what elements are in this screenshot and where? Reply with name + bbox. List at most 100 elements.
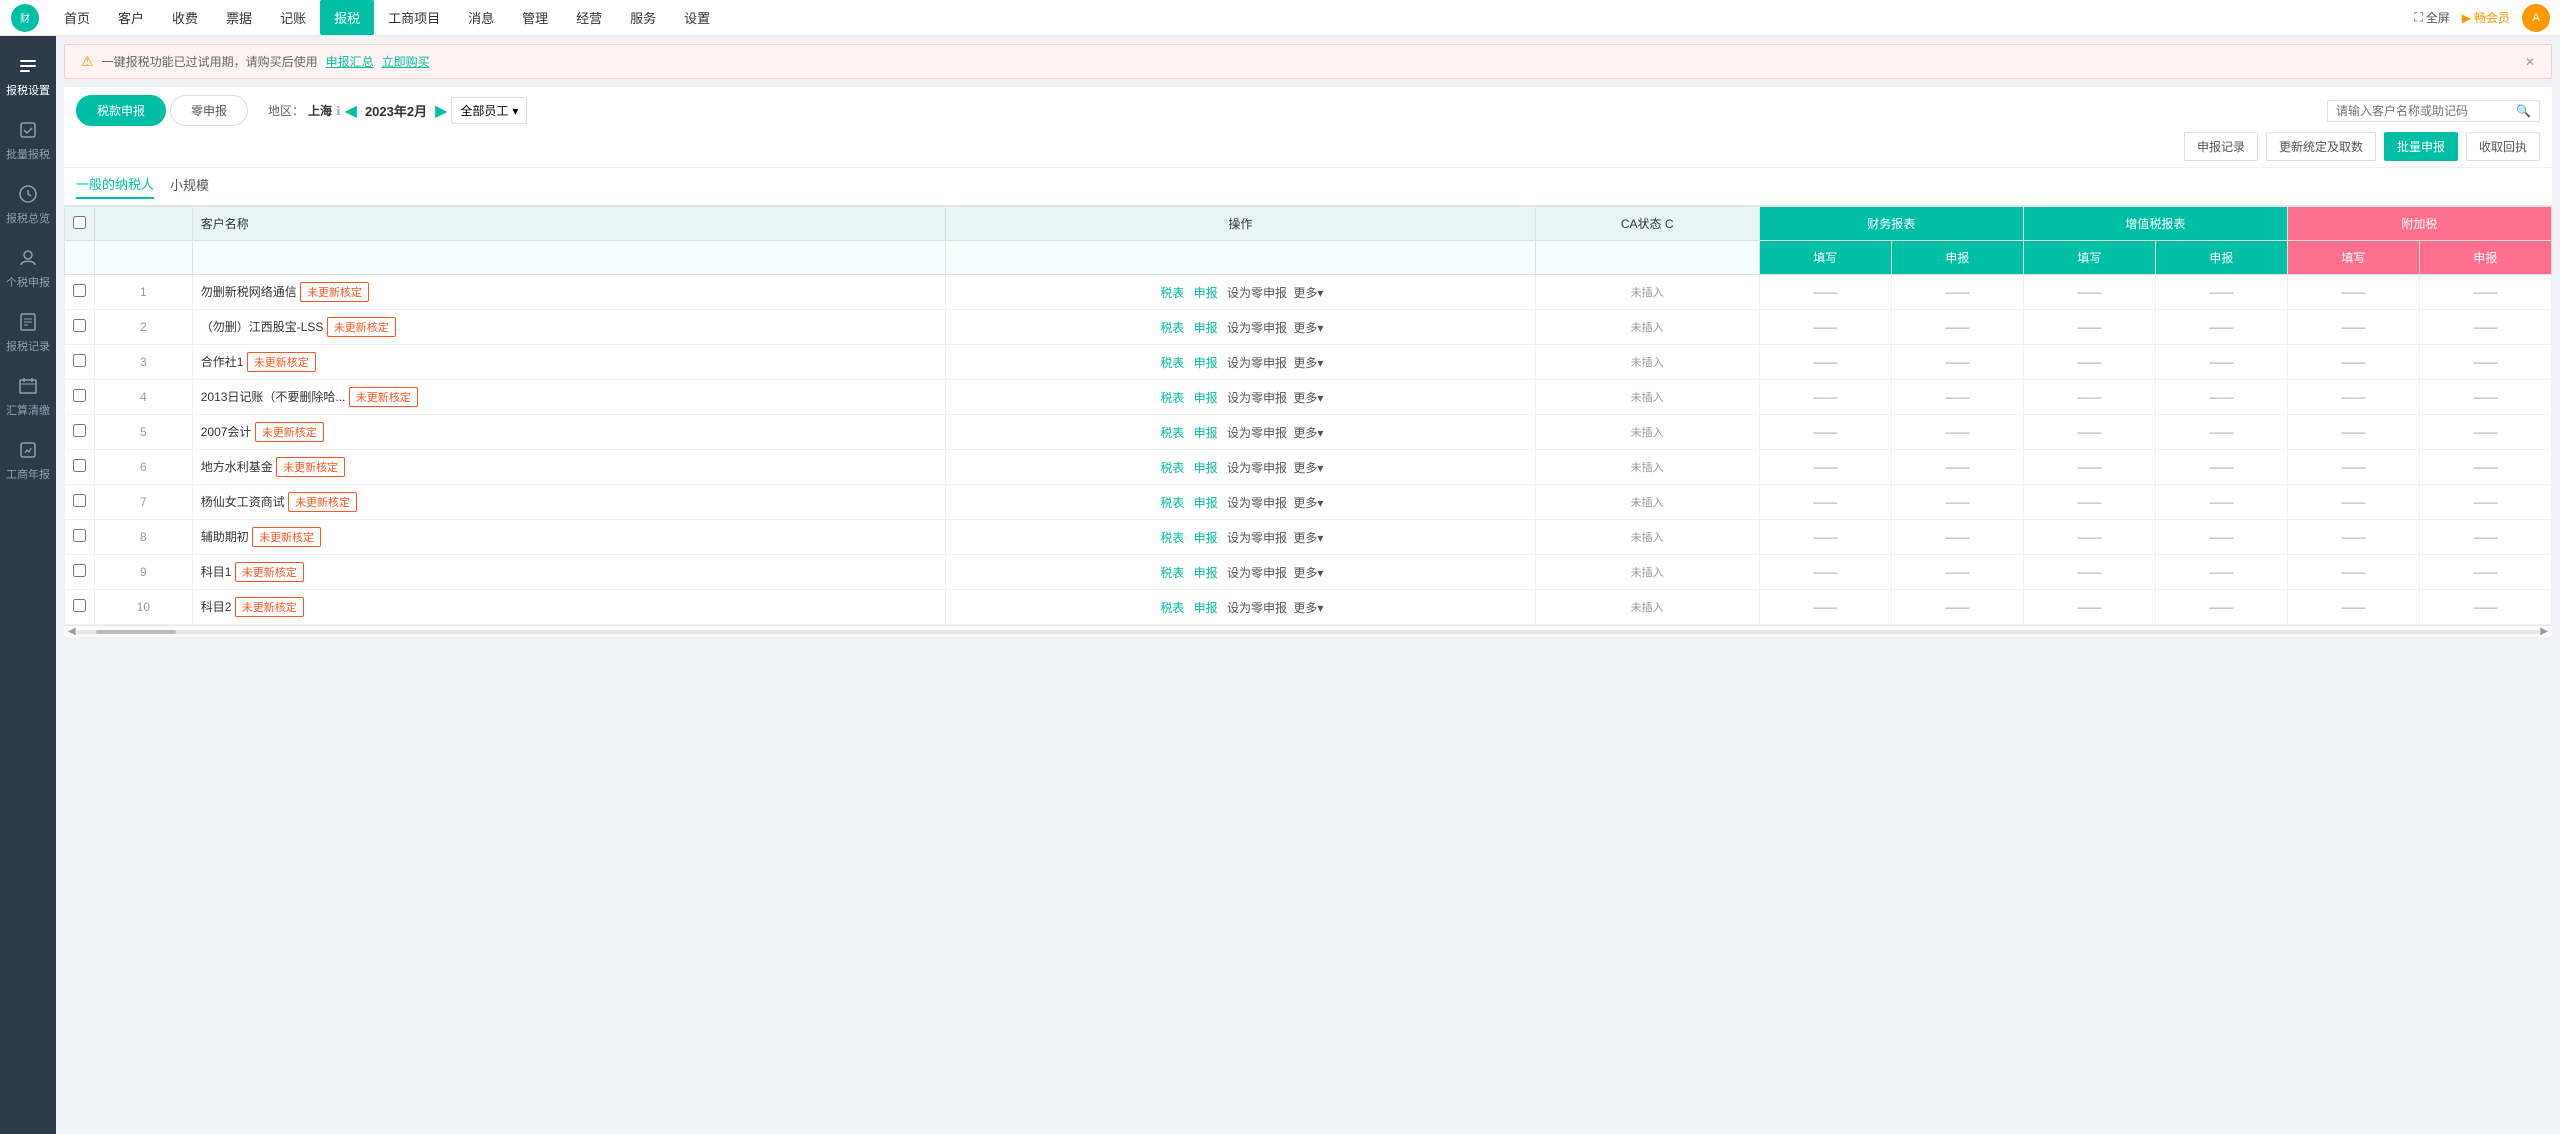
scroll-thumb[interactable]: [96, 630, 176, 634]
nav-fee[interactable]: 收费: [158, 0, 212, 35]
op-more[interactable]: 更多▾: [1293, 566, 1323, 580]
app-logo[interactable]: 财: [10, 3, 40, 33]
nav-service[interactable]: 服务: [616, 0, 670, 35]
recall-button[interactable]: 收取回执: [2466, 132, 2540, 161]
sidebar-item-batch-tax[interactable]: 批量报税: [0, 108, 56, 172]
nav-manage[interactable]: 管理: [508, 0, 562, 35]
row-checkbox[interactable]: [73, 354, 86, 367]
row-client-name: 科目1 未更新核定: [192, 555, 945, 590]
op-more[interactable]: 更多▾: [1293, 531, 1323, 545]
op-set-zero[interactable]: 设为零申报: [1227, 391, 1287, 405]
row-vat-write: ——: [2023, 590, 2155, 625]
op-set-zero[interactable]: 设为零申报: [1227, 601, 1287, 615]
op-more[interactable]: 更多▾: [1293, 286, 1323, 300]
op-more[interactable]: 更多▾: [1293, 356, 1323, 370]
nav-operation[interactable]: 经营: [562, 0, 616, 35]
nav-ledger[interactable]: 记账: [266, 0, 320, 35]
op-tax-form[interactable]: 税表: [1160, 286, 1184, 300]
op-more[interactable]: 更多▾: [1293, 601, 1323, 615]
row-checkbox-cell: [65, 275, 95, 310]
sidebar-item-tax-settings[interactable]: 报税设置: [0, 44, 56, 108]
nav-business[interactable]: 工商项目: [374, 0, 454, 35]
nav-home[interactable]: 首页: [50, 0, 104, 35]
op-tax-form[interactable]: 税表: [1160, 496, 1184, 510]
op-declare[interactable]: 申报: [1194, 601, 1218, 615]
banner-link-summary[interactable]: 申报汇总: [326, 53, 374, 70]
user-avatar[interactable]: A: [2522, 4, 2550, 32]
row-checkbox[interactable]: [73, 319, 86, 332]
row-checkbox[interactable]: [73, 494, 86, 507]
op-declare[interactable]: 申报: [1194, 321, 1218, 335]
sidebar-item-personal-tax[interactable]: 个税申报: [0, 236, 56, 300]
op-tax-form[interactable]: 税表: [1160, 426, 1184, 440]
op-declare[interactable]: 申报: [1194, 496, 1218, 510]
tab-small-scale[interactable]: 小规模: [170, 175, 209, 198]
op-more[interactable]: 更多▾: [1293, 391, 1323, 405]
op-tax-form[interactable]: 税表: [1160, 566, 1184, 580]
op-tax-form[interactable]: 税表: [1160, 356, 1184, 370]
batch-declare-button[interactable]: 批量申报: [2384, 132, 2458, 161]
scroll-left-arrow[interactable]: ◀: [68, 626, 76, 637]
op-set-zero[interactable]: 设为零申报: [1227, 496, 1287, 510]
date-next-button[interactable]: ▶: [435, 101, 447, 121]
op-declare[interactable]: 申报: [1194, 566, 1218, 580]
department-select[interactable]: 全部员工 ▾: [451, 97, 527, 124]
op-set-zero[interactable]: 设为零申报: [1227, 531, 1287, 545]
op-declare[interactable]: 申报: [1194, 426, 1218, 440]
sidebar-item-overview[interactable]: 报税总览: [0, 172, 56, 236]
op-more[interactable]: 更多▾: [1293, 321, 1323, 335]
op-set-zero[interactable]: 设为零申报: [1227, 356, 1287, 370]
op-tax-form[interactable]: 税表: [1160, 461, 1184, 475]
sidebar-item-annual-settlement[interactable]: 汇算清缴: [0, 364, 56, 428]
row-checkbox[interactable]: [73, 284, 86, 297]
op-more[interactable]: 更多▾: [1293, 461, 1323, 475]
op-tax-form[interactable]: 税表: [1160, 321, 1184, 335]
select-all-checkbox[interactable]: [73, 216, 86, 229]
row-operations: 税表 申报 设为零申报 更多▾: [946, 310, 1535, 345]
op-set-zero[interactable]: 设为零申报: [1227, 321, 1287, 335]
op-tax-form[interactable]: 税表: [1160, 391, 1184, 405]
op-declare[interactable]: 申报: [1194, 286, 1218, 300]
tab-zero-declaration[interactable]: 零申报: [170, 95, 248, 126]
op-declare[interactable]: 申报: [1194, 391, 1218, 405]
date-prev-button[interactable]: ◀: [345, 101, 357, 121]
op-declare[interactable]: 申报: [1194, 356, 1218, 370]
banner-link-buy[interactable]: 立即购买: [382, 53, 430, 70]
row-checkbox[interactable]: [73, 529, 86, 542]
fullscreen-button[interactable]: ⛶ 全屏: [2414, 9, 2449, 26]
op-more[interactable]: 更多▾: [1293, 496, 1323, 510]
search-input[interactable]: [2336, 104, 2516, 118]
tab-tax-declaration[interactable]: 税款申报: [76, 95, 166, 126]
nav-settings[interactable]: 设置: [670, 0, 724, 35]
op-set-zero[interactable]: 设为零申报: [1227, 566, 1287, 580]
upgrade-button[interactable]: ▶ 畅会员: [2462, 9, 2510, 26]
op-set-zero[interactable]: 设为零申报: [1227, 426, 1287, 440]
horizontal-scrollbar[interactable]: ◀ ▶: [64, 625, 2552, 637]
nav-customer[interactable]: 客户: [104, 0, 158, 35]
row-checkbox[interactable]: [73, 424, 86, 437]
row-checkbox[interactable]: [73, 389, 86, 402]
op-set-zero[interactable]: 设为零申报: [1227, 461, 1287, 475]
nav-message[interactable]: 消息: [454, 0, 508, 35]
tab-general-taxpayer[interactable]: 一般的纳税人: [76, 174, 154, 199]
sidebar-item-business-annual[interactable]: 工商年报: [0, 428, 56, 492]
sidebar-item-tax-record[interactable]: 报税记录: [0, 300, 56, 364]
nav-invoice[interactable]: 票据: [212, 0, 266, 35]
op-tax-form[interactable]: 税表: [1160, 601, 1184, 615]
row-checkbox[interactable]: [73, 599, 86, 612]
update-button[interactable]: 更新统定及取数: [2266, 132, 2376, 161]
row-checkbox[interactable]: [73, 459, 86, 472]
op-declare[interactable]: 申报: [1194, 461, 1218, 475]
info-icon[interactable]: ℹ: [336, 104, 341, 118]
op-tax-form[interactable]: 税表: [1160, 531, 1184, 545]
op-declare[interactable]: 申报: [1194, 531, 1218, 545]
row-checkbox[interactable]: [73, 564, 86, 577]
op-more[interactable]: 更多▾: [1293, 426, 1323, 440]
search-icon[interactable]: 🔍: [2516, 104, 2531, 118]
scroll-right-arrow[interactable]: ▶: [2540, 626, 2548, 637]
record-button[interactable]: 申报记录: [2184, 132, 2258, 161]
nav-tax[interactable]: 报税: [320, 0, 374, 35]
op-set-zero[interactable]: 设为零申报: [1227, 286, 1287, 300]
banner-close-button[interactable]: ✕: [2525, 55, 2535, 69]
scroll-track[interactable]: [76, 630, 2541, 634]
